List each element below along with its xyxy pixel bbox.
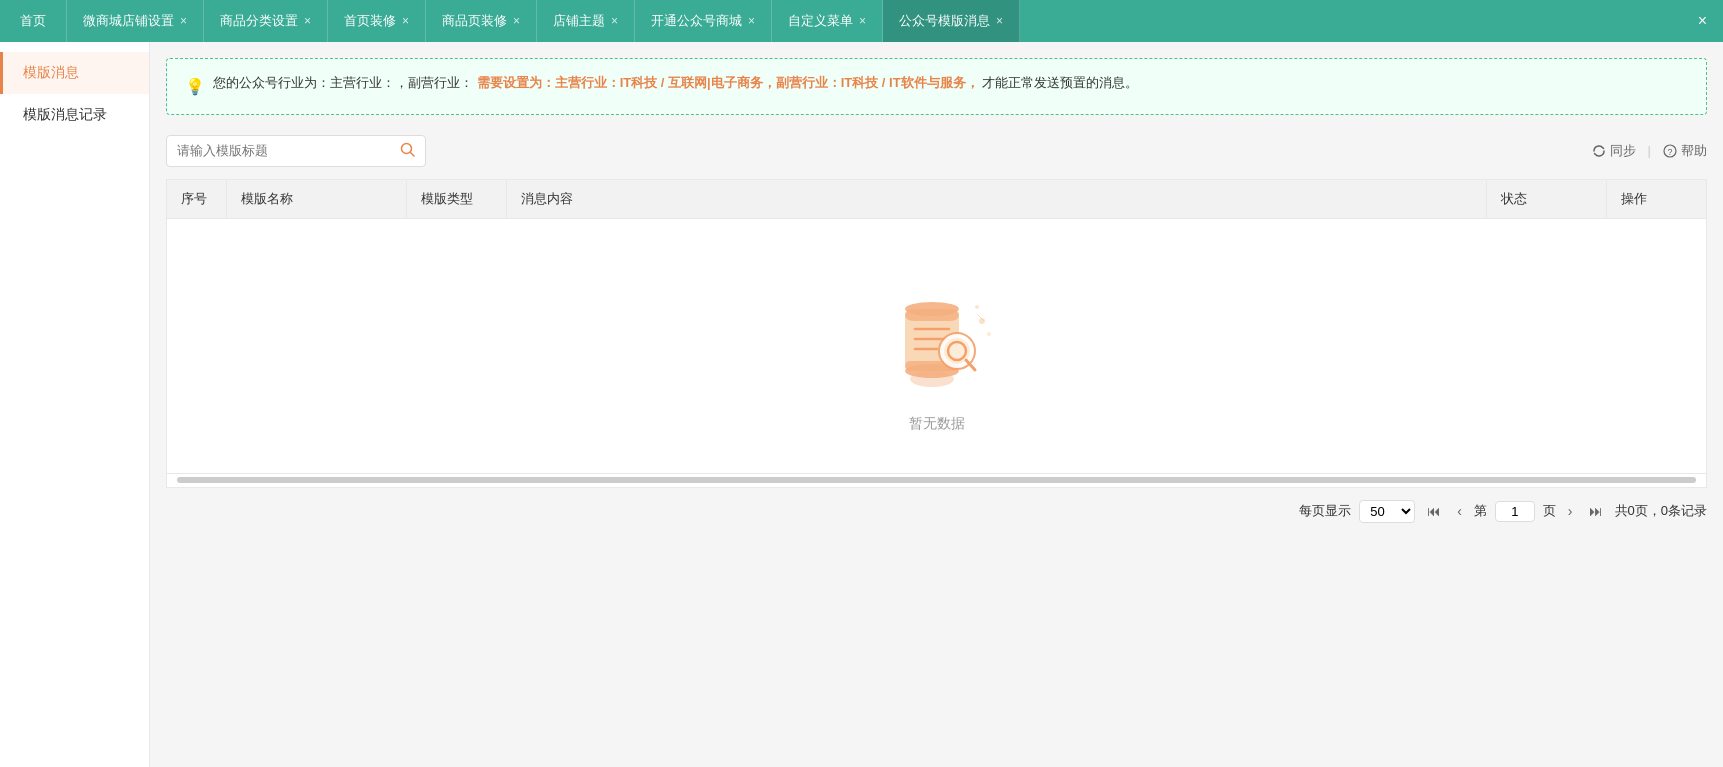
- tab-wechat-shop[interactable]: 微商城店铺设置 ×: [67, 0, 204, 42]
- tab-open-mall[interactable]: 开通公众号商城 ×: [635, 0, 772, 42]
- notice-text: 您的公众号行业为：主营行业：，副营行业： 需要设置为：主营行业：IT科技 / 互…: [213, 73, 1138, 94]
- notice-text-after: 才能正常发送预置的消息。: [982, 75, 1138, 90]
- main-layout: 模版消息 模版消息记录 💡 您的公众号行业为：主营行业：，副营行业： 需要设置为…: [0, 42, 1723, 767]
- tab-product-category[interactable]: 商品分类设置 ×: [204, 0, 328, 42]
- toolbar-divider: |: [1648, 143, 1651, 158]
- last-page-btn[interactable]: ⏭: [1585, 501, 1607, 521]
- sidebar-item-template-record[interactable]: 模版消息记录: [0, 94, 149, 136]
- svg-point-18: [975, 305, 979, 309]
- tab-product-category-label: 商品分类设置: [220, 12, 298, 30]
- tab-home-decor[interactable]: 首页装修 ×: [328, 0, 426, 42]
- tab-wechat-shop-label: 微商城店铺设置: [83, 12, 174, 30]
- toolbar-right: 同步 | ? 帮助: [1592, 142, 1707, 160]
- tab-product-decor-close[interactable]: ×: [513, 14, 520, 28]
- col-header-status: 状态: [1487, 179, 1607, 218]
- search-input[interactable]: [177, 143, 400, 158]
- tab-product-category-close[interactable]: ×: [304, 14, 311, 28]
- svg-point-19: [987, 332, 991, 336]
- svg-point-8: [905, 302, 959, 316]
- notice-box: 💡 您的公众号行业为：主营行业：，副营行业： 需要设置为：主营行业：IT科技 /…: [166, 58, 1707, 115]
- tab-wechat-shop-close[interactable]: ×: [180, 14, 187, 28]
- page-size-label: 每页显示: [1299, 502, 1351, 520]
- help-button[interactable]: ? 帮助: [1663, 142, 1707, 160]
- help-icon: ?: [1663, 144, 1677, 158]
- svg-line-1: [411, 152, 415, 156]
- sync-icon: [1592, 144, 1606, 158]
- empty-text: 暂无数据: [167, 415, 1706, 433]
- col-header-type: 模版类型: [407, 179, 507, 218]
- tab-open-mall-close[interactable]: ×: [748, 14, 755, 28]
- tab-template-msg[interactable]: 公众号模版消息 ×: [883, 0, 1020, 42]
- tab-shop-theme[interactable]: 店铺主题 ×: [537, 0, 635, 42]
- content-area: 💡 您的公众号行业为：主营行业：，副营行业： 需要设置为：主营行业：IT科技 /…: [150, 42, 1723, 767]
- tab-shop-theme-label: 店铺主题: [553, 12, 605, 30]
- sidebar: 模版消息 模版消息记录: [0, 42, 150, 767]
- sidebar-item-template-msg[interactable]: 模版消息: [0, 52, 149, 94]
- data-table: 序号 模版名称 模版类型 消息内容 状态 操作: [166, 179, 1707, 219]
- page-label-before: 第: [1474, 502, 1487, 520]
- tab-open-mall-label: 开通公众号商城: [651, 12, 742, 30]
- scrollbar-track[interactable]: [177, 477, 1696, 483]
- col-header-index: 序号: [167, 179, 227, 218]
- empty-illustration: [877, 279, 997, 399]
- tab-home-label: 首页: [20, 12, 46, 30]
- tab-home-decor-close[interactable]: ×: [402, 14, 409, 28]
- tab-custom-menu[interactable]: 自定义菜单 ×: [772, 0, 883, 42]
- tab-home[interactable]: 首页: [0, 0, 67, 42]
- page-label-after: 页: [1543, 502, 1556, 520]
- tab-product-decor-label: 商品页装修: [442, 12, 507, 30]
- col-header-action: 操作: [1607, 179, 1707, 218]
- notice-icon: 💡: [185, 74, 205, 100]
- scrollbar-row[interactable]: [166, 474, 1707, 488]
- prev-page-btn[interactable]: ‹: [1453, 501, 1466, 521]
- tab-custom-menu-label: 自定义菜单: [788, 12, 853, 30]
- sync-button[interactable]: 同步: [1592, 142, 1636, 160]
- tab-shop-theme-close[interactable]: ×: [611, 14, 618, 28]
- page-number-input[interactable]: [1495, 501, 1535, 522]
- search-input-wrap: [166, 135, 426, 167]
- tab-home-decor-label: 首页装修: [344, 12, 396, 30]
- notice-highlight: 需要设置为：主营行业：IT科技 / 互联网|电子商务，副营行业：IT科技 / I…: [477, 75, 979, 90]
- first-page-btn[interactable]: ⏮: [1423, 501, 1445, 521]
- tab-bar: 首页 微商城店铺设置 × 商品分类设置 × 首页装修 × 商品页装修 × 店铺主…: [0, 0, 1723, 42]
- help-label: 帮助: [1681, 142, 1707, 160]
- global-close-btn[interactable]: ×: [1682, 0, 1723, 42]
- sync-label: 同步: [1610, 142, 1636, 160]
- search-button[interactable]: [400, 142, 415, 160]
- tab-template-msg-close[interactable]: ×: [996, 14, 1003, 28]
- svg-text:?: ?: [1668, 147, 1673, 157]
- sidebar-item-template-record-label: 模版消息记录: [23, 106, 107, 122]
- next-page-btn[interactable]: ›: [1564, 501, 1577, 521]
- col-header-content: 消息内容: [507, 179, 1487, 218]
- tab-product-decor[interactable]: 商品页装修 ×: [426, 0, 537, 42]
- tab-template-msg-label: 公众号模版消息: [899, 12, 990, 30]
- sidebar-item-template-msg-label: 模版消息: [23, 64, 79, 80]
- total-info: 共0页，0条记录: [1615, 502, 1707, 520]
- empty-state: 暂无数据: [166, 219, 1707, 474]
- page-size-select[interactable]: 50 10 20 100: [1359, 500, 1415, 523]
- notice-text-before: 您的公众号行业为：主营行业：，副营行业：: [213, 75, 473, 90]
- pagination-row: 每页显示 50 10 20 100 ⏮ ‹ 第 页 › ⏭ 共0页，0条记录: [166, 488, 1707, 527]
- search-row: 同步 | ? 帮助: [166, 135, 1707, 167]
- col-header-name: 模版名称: [227, 179, 407, 218]
- tab-custom-menu-close[interactable]: ×: [859, 14, 866, 28]
- search-icon: [400, 142, 415, 157]
- table-header-row: 序号 模版名称 模版类型 消息内容 状态 操作: [167, 179, 1707, 218]
